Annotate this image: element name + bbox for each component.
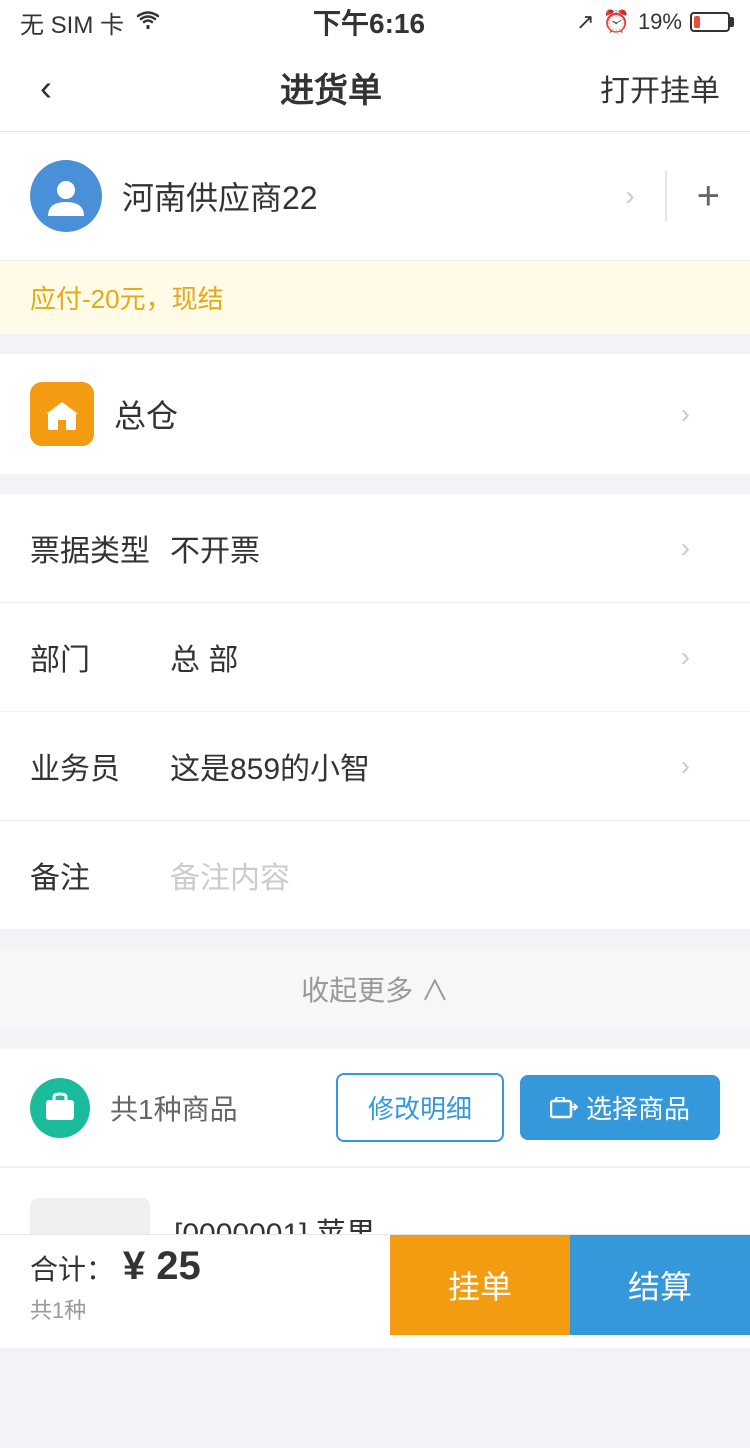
total-area: 合计： ¥ 25 共1种	[0, 1244, 390, 1325]
select-product-button[interactable]: 选择商品	[520, 1075, 720, 1140]
supplier-notice: 应付-20元，现结	[0, 261, 750, 334]
carrier-text: 无 SIM 卡	[20, 5, 124, 40]
hang-button[interactable]: 挂单	[390, 1235, 570, 1335]
status-right: ↗ ⏰ 19%	[576, 9, 730, 35]
warehouse-row[interactable]: 总仓 ›	[0, 354, 750, 474]
status-bar: 无 SIM 卡 下午6:16 ↗ ⏰ 19%	[0, 0, 750, 44]
products-icon	[30, 1078, 90, 1138]
back-button[interactable]: ‹	[30, 57, 62, 119]
department-value: 总 部	[170, 635, 681, 679]
remark-row[interactable]: 备注 备注内容	[0, 821, 750, 929]
nav-bar: ‹ 进货单 打开挂单	[0, 44, 750, 132]
supplier-divider	[665, 171, 667, 221]
department-chevron-icon: ›	[681, 641, 690, 673]
select-product-label: 选择商品	[586, 1089, 690, 1126]
invoice-label: 票据类型	[30, 526, 170, 570]
status-left: 无 SIM 卡	[20, 5, 162, 40]
department-label: 部门	[30, 635, 170, 679]
total-amount: ¥ 25	[123, 1244, 201, 1288]
supplier-section: 河南供应商22 › + 应付-20元，现结	[0, 132, 750, 334]
salesperson-label: 业务员	[30, 744, 170, 788]
battery-percent: 19%	[638, 9, 682, 35]
bottom-bar: 合计： ¥ 25 共1种 挂单 结算	[0, 1234, 750, 1334]
warehouse-chevron-icon: ›	[681, 398, 690, 430]
salesperson-value: 这是859的小智	[170, 744, 681, 788]
invoice-chevron-icon: ›	[681, 532, 690, 564]
battery-icon	[690, 12, 730, 32]
supplier-row[interactable]: 河南供应商22 › +	[0, 132, 750, 261]
open-hang-button[interactable]: 打开挂单	[600, 66, 720, 110]
status-time: 下午6:16	[313, 2, 425, 42]
invoice-value: 不开票	[170, 526, 681, 570]
salesperson-chevron-icon: ›	[681, 750, 690, 782]
products-header: 共1种商品 修改明细 选择商品	[0, 1049, 750, 1166]
supplier-chevron-icon: ›	[625, 180, 634, 212]
add-supplier-button[interactable]: +	[697, 174, 720, 219]
warehouse-name: 总仓	[114, 391, 681, 437]
remark-label: 备注	[30, 853, 170, 897]
checkout-button[interactable]: 结算	[570, 1235, 750, 1335]
collapse-bar[interactable]: 收起更多 ∧	[0, 949, 750, 1029]
department-row[interactable]: 部门 总 部 ›	[0, 603, 750, 712]
wifi-icon	[134, 8, 162, 36]
total-count: 共1种	[30, 1293, 360, 1325]
total-label: 合计：	[30, 1254, 114, 1285]
invoice-row[interactable]: 票据类型 不开票 ›	[0, 494, 750, 603]
edit-detail-button[interactable]: 修改明细	[336, 1073, 504, 1142]
nav-title: 进货单	[280, 63, 382, 112]
form-section: 票据类型 不开票 › 部门 总 部 › 业务员 这是859的小智 › 备注 备注…	[0, 494, 750, 929]
supplier-name: 河南供应商22	[122, 173, 625, 219]
supplier-avatar	[30, 160, 102, 232]
remark-input[interactable]: 备注内容	[170, 853, 720, 897]
location-icon: ↗	[576, 9, 594, 35]
warehouse-icon	[30, 382, 94, 446]
products-count: 共1种商品	[110, 1088, 336, 1128]
alarm-icon: ⏰	[603, 9, 630, 35]
salesperson-row[interactable]: 业务员 这是859的小智 ›	[0, 712, 750, 821]
